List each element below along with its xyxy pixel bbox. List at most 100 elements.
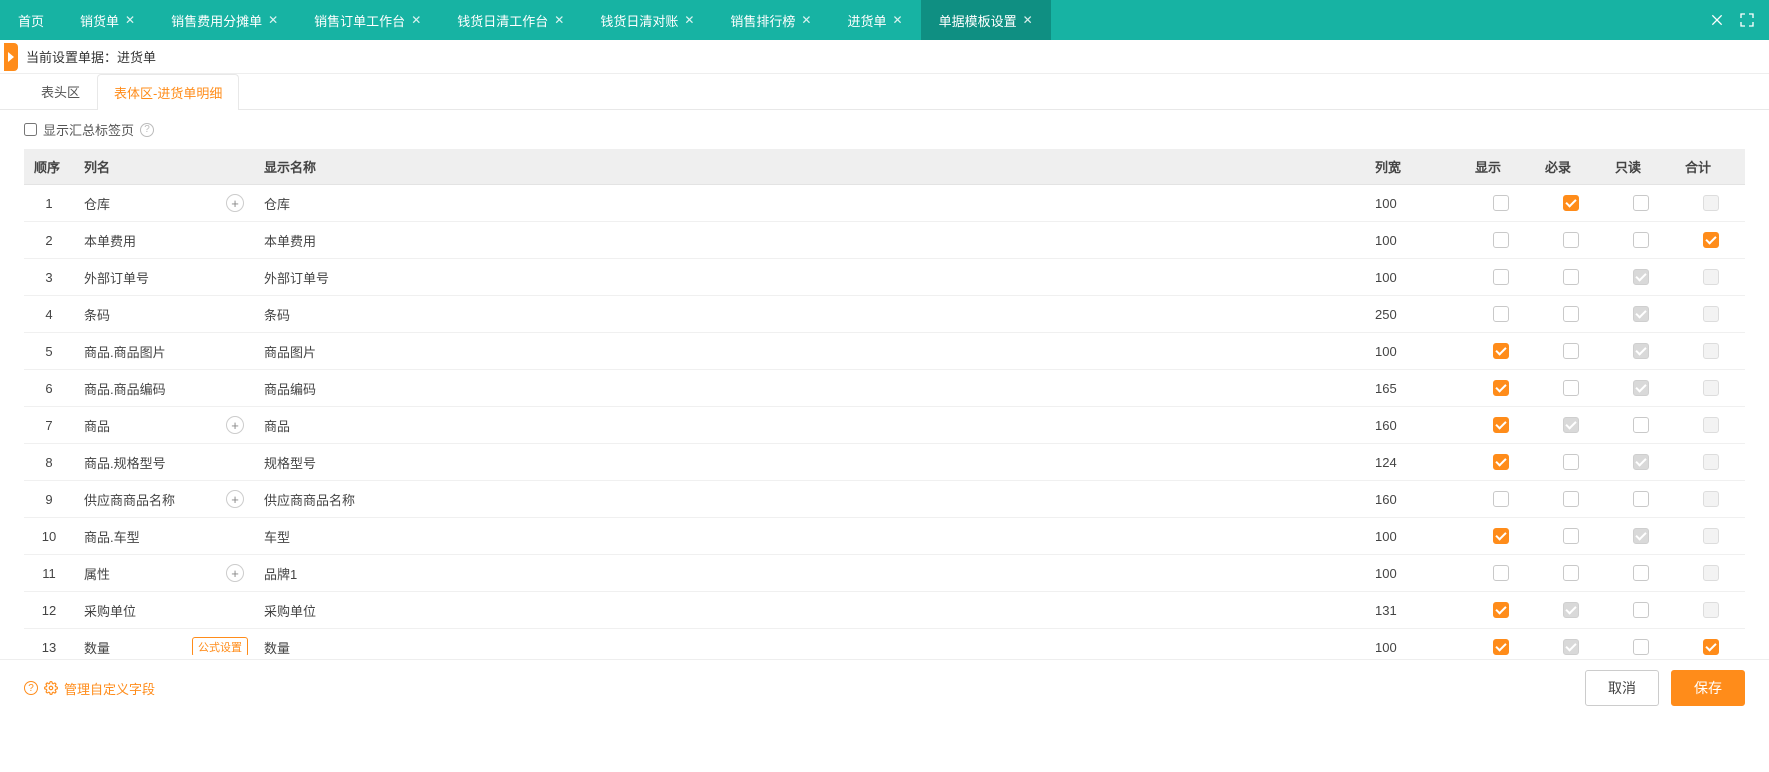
add-column-icon[interactable]: + [226,564,244,582]
top-tab[interactable]: 销售排行榜✕ [712,0,829,40]
required-checkbox[interactable] [1563,454,1579,470]
table-row[interactable]: 10商品.车型车型100 [24,518,1745,555]
readonly-checkbox[interactable] [1633,602,1649,618]
show-checkbox[interactable] [1493,491,1509,507]
readonly-checkbox[interactable] [1633,417,1649,433]
table-row[interactable]: 6商品.商品编码商品编码165 [24,370,1745,407]
summary-checkbox[interactable] [24,123,37,136]
readonly-checkbox[interactable] [1633,232,1649,248]
required-checkbox[interactable] [1563,269,1579,285]
required-checkbox[interactable] [1563,528,1579,544]
required-checkbox[interactable] [1563,565,1579,581]
close-icon[interactable]: ✕ [411,13,421,27]
close-icon[interactable]: ✕ [554,13,564,27]
show-checkbox[interactable] [1493,454,1509,470]
cell-width[interactable]: 100 [1365,555,1465,592]
top-tab[interactable]: 进货单✕ [829,0,920,40]
readonly-checkbox[interactable] [1633,195,1649,211]
cell-display-name[interactable]: 外部订单号 [254,259,1365,296]
show-checkbox[interactable] [1493,380,1509,396]
cell-width[interactable]: 100 [1365,222,1465,259]
cell-width[interactable]: 124 [1365,444,1465,481]
table-row[interactable]: 3外部订单号外部订单号100 [24,259,1745,296]
table-row[interactable]: 9供应商商品名称+供应商商品名称160 [24,481,1745,518]
table-row[interactable]: 7商品+商品160 [24,407,1745,444]
close-icon[interactable]: ✕ [893,13,903,27]
close-icon[interactable]: ✕ [684,13,694,27]
show-checkbox[interactable] [1493,639,1509,655]
show-checkbox[interactable] [1493,343,1509,359]
readonly-checkbox[interactable] [1633,565,1649,581]
section-tab[interactable]: 表头区 [24,73,97,109]
table-row[interactable]: 12采购单位采购单位131 [24,592,1745,629]
section-tab[interactable]: 表体区-进货单明细 [97,74,239,110]
table-row[interactable]: 2本单费用本单费用100 [24,222,1745,259]
required-checkbox[interactable] [1563,491,1579,507]
show-checkbox[interactable] [1493,195,1509,211]
cell-width[interactable]: 100 [1365,333,1465,370]
required-checkbox[interactable] [1563,232,1579,248]
table-row[interactable]: 8商品.规格型号规格型号124 [24,444,1745,481]
top-tab[interactable]: 首页 [0,0,62,40]
cell-width[interactable]: 100 [1365,629,1465,656]
cancel-button[interactable]: 取消 [1585,670,1659,706]
show-checkbox[interactable] [1493,306,1509,322]
required-checkbox[interactable] [1563,343,1579,359]
readonly-checkbox[interactable] [1633,639,1649,655]
help-icon[interactable]: ? [140,123,154,137]
total-checkbox[interactable] [1703,639,1719,655]
close-icon[interactable]: ✕ [268,13,278,27]
table-row[interactable]: 13数量公式设置数量100 [24,629,1745,656]
cell-display-name[interactable]: 商品图片 [254,333,1365,370]
cell-display-name[interactable]: 条码 [254,296,1365,333]
manage-custom-fields-link[interactable]: 管理自定义字段 [64,679,155,698]
cell-display-name[interactable]: 商品编码 [254,370,1365,407]
footer-help-icon[interactable]: ? [24,681,38,695]
save-button[interactable]: 保存 [1671,670,1745,706]
table-row[interactable]: 1仓库+仓库100 [24,185,1745,222]
cell-display-name[interactable]: 规格型号 [254,444,1365,481]
close-all-icon[interactable] [1709,12,1725,28]
cell-display-name[interactable]: 供应商商品名称 [254,481,1365,518]
cell-width[interactable]: 160 [1365,481,1465,518]
readonly-checkbox[interactable] [1633,491,1649,507]
table-row[interactable]: 4条码条码250 [24,296,1745,333]
cell-width[interactable]: 131 [1365,592,1465,629]
cell-display-name[interactable]: 本单费用 [254,222,1365,259]
top-tab[interactable]: 销售费用分摊单✕ [153,0,296,40]
cell-display-name[interactable]: 车型 [254,518,1365,555]
cell-display-name[interactable]: 品牌1 [254,555,1365,592]
cell-width[interactable]: 250 [1365,296,1465,333]
cell-display-name[interactable]: 商品 [254,407,1365,444]
cell-width[interactable]: 165 [1365,370,1465,407]
close-icon[interactable]: ✕ [1023,13,1033,27]
table-scroll-area[interactable]: 1仓库+仓库1002本单费用本单费用1003外部订单号外部订单号1004条码条码… [24,185,1745,655]
add-column-icon[interactable]: + [226,490,244,508]
show-checkbox[interactable] [1493,528,1509,544]
show-checkbox[interactable] [1493,232,1509,248]
top-tab[interactable]: 钱货日清对账✕ [582,0,712,40]
required-checkbox[interactable] [1563,195,1579,211]
cell-display-name[interactable]: 仓库 [254,185,1365,222]
required-checkbox[interactable] [1563,306,1579,322]
add-column-icon[interactable]: + [226,194,244,212]
show-checkbox[interactable] [1493,602,1509,618]
cell-display-name[interactable]: 采购单位 [254,592,1365,629]
top-tab[interactable]: 钱货日清工作台✕ [439,0,582,40]
required-checkbox[interactable] [1563,380,1579,396]
cell-width[interactable]: 100 [1365,259,1465,296]
cell-display-name[interactable]: 数量 [254,629,1365,656]
top-tab[interactable]: 销货单✕ [62,0,153,40]
close-icon[interactable]: ✕ [801,13,811,27]
total-checkbox[interactable] [1703,232,1719,248]
table-row[interactable]: 11属性+品牌1100 [24,555,1745,592]
cell-width[interactable]: 100 [1365,518,1465,555]
top-tab[interactable]: 单据模板设置✕ [921,0,1051,40]
cell-width[interactable]: 160 [1365,407,1465,444]
table-row[interactable]: 5商品.商品图片商品图片100 [24,333,1745,370]
top-tab[interactable]: 销售订单工作台✕ [296,0,439,40]
show-checkbox[interactable] [1493,565,1509,581]
fullscreen-icon[interactable] [1739,12,1755,28]
show-checkbox[interactable] [1493,417,1509,433]
add-column-icon[interactable]: + [226,416,244,434]
